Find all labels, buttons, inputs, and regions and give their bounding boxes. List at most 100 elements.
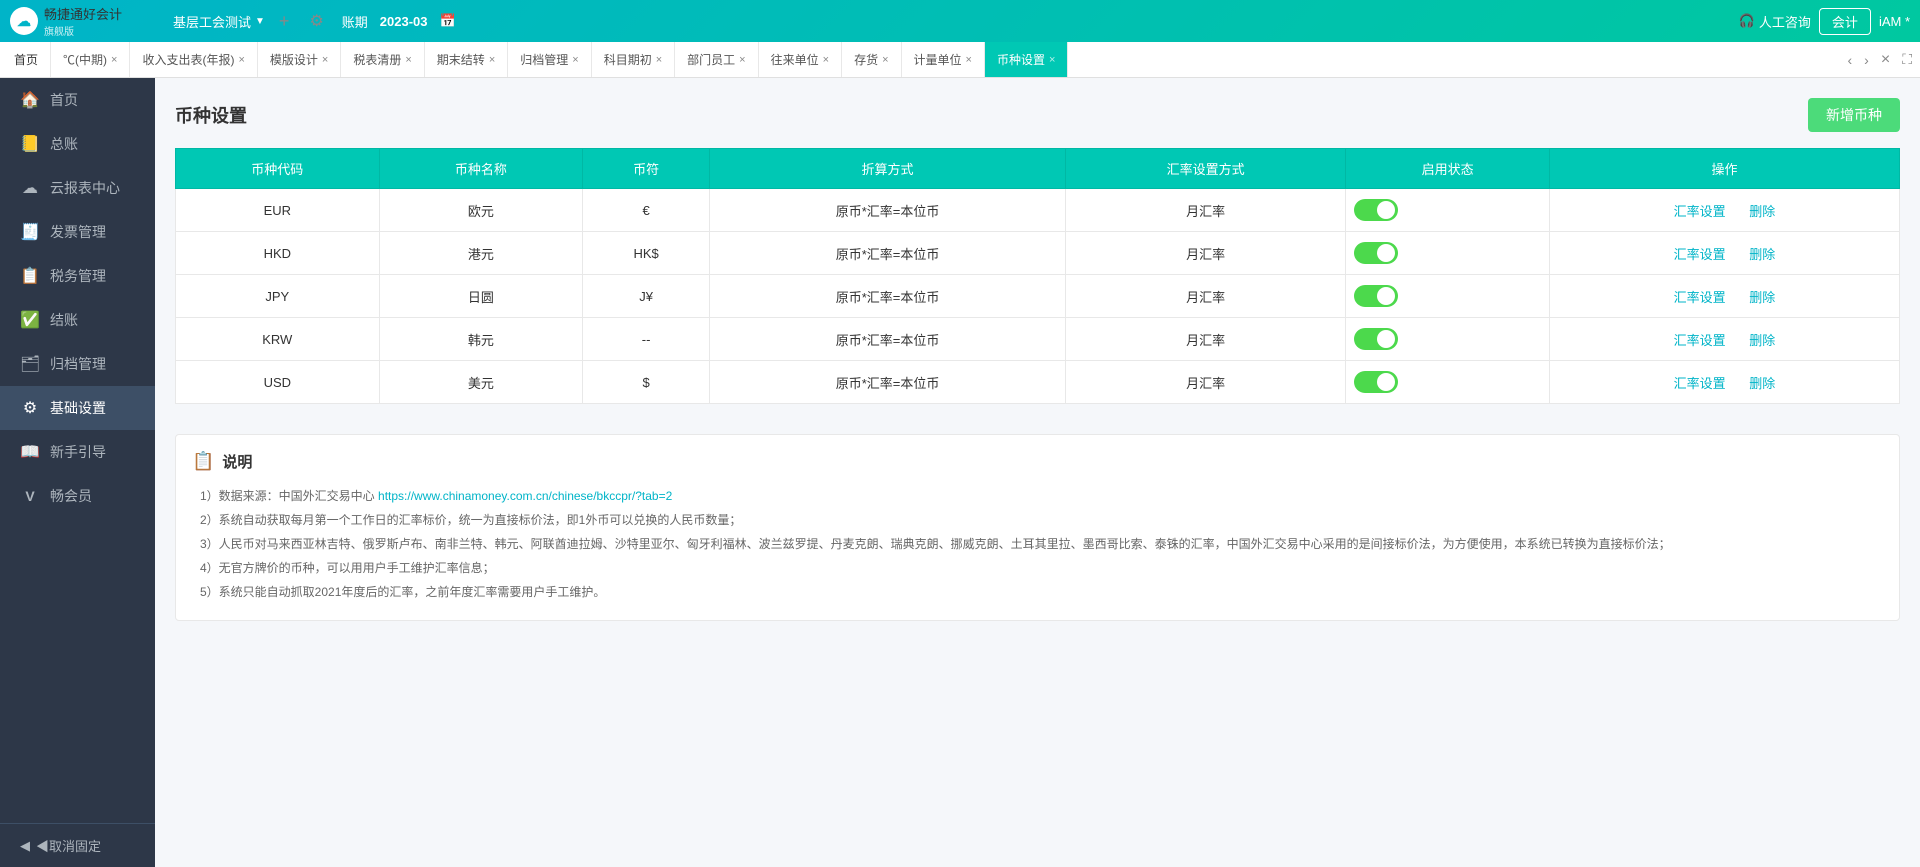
cell-toggle-jpy[interactable]	[1346, 275, 1550, 318]
cell-name-jpy: 日圆	[379, 275, 583, 318]
sidebar-item-ledger[interactable]: 📒 总账	[0, 122, 155, 166]
toggle-krw[interactable]	[1354, 328, 1398, 350]
delete-jpy-button[interactable]: 删除	[1749, 290, 1775, 305]
sidebar-item-guide[interactable]: 📖 新手引导	[0, 430, 155, 474]
ledger-icon: 📒	[20, 134, 40, 154]
sidebar-label-vip: 畅会员	[50, 486, 92, 506]
workspace-arrow-icon: ▼	[255, 16, 265, 27]
customer-service-button[interactable]: 🎧 人工咨询	[1739, 12, 1811, 31]
toggle-usd[interactable]	[1354, 371, 1398, 393]
sidebar-label-archive: 归档管理	[50, 354, 106, 374]
col-status: 启用状态	[1346, 149, 1550, 189]
tab-close-template[interactable]: ×	[322, 54, 328, 66]
toggle-hkd[interactable]	[1354, 242, 1398, 264]
toggle-jpy[interactable]	[1354, 285, 1398, 307]
cell-toggle-krw[interactable]	[1346, 318, 1550, 361]
col-symbol: 币符	[583, 149, 710, 189]
period-value: 2023-03	[380, 14, 428, 29]
tab-contacts[interactable]: 往来单位 ×	[759, 42, 842, 78]
accounting-button[interactable]: 会计	[1819, 8, 1871, 35]
guide-icon: 📖	[20, 442, 40, 462]
sidebar-item-vip[interactable]: V 畅会员	[0, 474, 155, 518]
sidebar-label-settings: 基础设置	[50, 398, 106, 418]
tab-period[interactable]: ℃(中期) ×	[51, 42, 130, 78]
tab-close-income[interactable]: ×	[238, 54, 244, 66]
cell-calc-jpy: 原币*汇率=本位币	[710, 275, 1066, 318]
tab-subjects[interactable]: 科目期初 ×	[592, 42, 675, 78]
tab-tax-table[interactable]: 税表清册 ×	[341, 42, 424, 78]
toggle-eur[interactable]	[1354, 199, 1398, 221]
tab-close-contacts[interactable]: ×	[823, 54, 829, 66]
cell-toggle-eur[interactable]	[1346, 189, 1550, 232]
rate-setting-usd-button[interactable]: 汇率设置	[1674, 376, 1726, 391]
tab-close-inventory[interactable]: ×	[882, 54, 888, 66]
headset-icon: 🎧	[1739, 13, 1755, 29]
tab-next-button[interactable]: ›	[1858, 48, 1875, 72]
tab-units[interactable]: 计量单位 ×	[902, 42, 985, 78]
table-body: EUR 欧元 € 原币*汇率=本位币 月汇率 汇率设置 删除 HKD 港元 HK…	[176, 189, 1900, 404]
tab-close-tax-table[interactable]: ×	[405, 54, 411, 66]
delete-krw-button[interactable]: 删除	[1749, 333, 1775, 348]
sidebar-item-home[interactable]: 🏠 首页	[0, 78, 155, 122]
sidebar-item-archive[interactable]: 🗂 归档管理	[0, 342, 155, 386]
tab-close-dept[interactable]: ×	[739, 54, 745, 66]
chinamoney-link[interactable]: https://www.chinamoney.com.cn/chinese/bk…	[378, 489, 672, 503]
desc-item-1: 1）数据来源：中国外汇交易中心 https://www.chinamoney.c…	[192, 484, 1883, 508]
description-title: 📋 说明	[192, 451, 1883, 472]
settings-icon[interactable]: ⚙	[303, 11, 329, 31]
rate-setting-hkd-button[interactable]: 汇率设置	[1674, 247, 1726, 262]
tab-income[interactable]: 收入支出表(年报) ×	[130, 42, 257, 78]
col-rate-type: 汇率设置方式	[1066, 149, 1346, 189]
sidebar-pin-toggle[interactable]: ◀ ◀取消固定	[0, 823, 155, 867]
rate-setting-jpy-button[interactable]: 汇率设置	[1674, 290, 1726, 305]
description-section: 📋 说明 1）数据来源：中国外汇交易中心 https://www.chinamo…	[175, 434, 1900, 621]
cell-name-eur: 欧元	[379, 189, 583, 232]
cell-code-eur: EUR	[176, 189, 380, 232]
logo-icon: ☁	[10, 7, 38, 35]
tab-dept[interactable]: 部门员工 ×	[675, 42, 758, 78]
tab-close-currency[interactable]: ×	[1049, 54, 1055, 66]
sidebar-label-reports: 云报表中心	[50, 178, 120, 198]
calendar-icon[interactable]: 📅	[440, 13, 456, 29]
delete-eur-button[interactable]: 删除	[1749, 204, 1775, 219]
delete-hkd-button[interactable]: 删除	[1749, 247, 1775, 262]
tab-archive[interactable]: 归档管理 ×	[508, 42, 591, 78]
tab-currency[interactable]: 币种设置 ×	[985, 42, 1068, 78]
tab-close-archive[interactable]: ×	[572, 54, 578, 66]
new-currency-button[interactable]: 新增币种	[1808, 98, 1900, 132]
tab-template[interactable]: 模版设计 ×	[258, 42, 341, 78]
sidebar: 🏠 首页 📒 总账 ☁ 云报表中心 🧾 发票管理 📋 税务管理 ✅ 结账 🗂 归…	[0, 78, 155, 867]
cell-name-hkd: 港元	[379, 232, 583, 275]
cell-action-krw: 汇率设置 删除	[1549, 318, 1899, 361]
tab-close-period-end[interactable]: ×	[489, 54, 495, 66]
cell-toggle-usd[interactable]	[1346, 361, 1550, 404]
cell-name-krw: 韩元	[379, 318, 583, 361]
tab-home[interactable]: 首页	[2, 42, 51, 78]
tab-close-all-button[interactable]: ×	[1875, 47, 1896, 73]
tab-close-subjects[interactable]: ×	[656, 54, 662, 66]
tab-close-period[interactable]: ×	[111, 54, 117, 66]
col-code: 币种代码	[176, 149, 380, 189]
tab-prev-button[interactable]: ‹	[1842, 48, 1859, 72]
tab-expand-button[interactable]: ⛶	[1896, 47, 1918, 72]
sidebar-item-reports[interactable]: ☁ 云报表中心	[0, 166, 155, 210]
sidebar-item-invoices[interactable]: 🧾 发票管理	[0, 210, 155, 254]
content-area: 币种设置 新增币种 币种代码 币种名称 币符 折算方式 汇率设置方式 启用状态 …	[155, 78, 1920, 867]
delete-usd-button[interactable]: 删除	[1749, 376, 1775, 391]
tab-period-end[interactable]: 期末结转 ×	[425, 42, 508, 78]
rate-setting-krw-button[interactable]: 汇率设置	[1674, 333, 1726, 348]
tab-inventory[interactable]: 存货 ×	[842, 42, 901, 78]
sidebar-item-tax[interactable]: 📋 税务管理	[0, 254, 155, 298]
col-action: 操作	[1549, 149, 1899, 189]
table-row: KRW 韩元 -- 原币*汇率=本位币 月汇率 汇率设置 删除	[176, 318, 1900, 361]
col-calc: 折算方式	[710, 149, 1066, 189]
workspace-selector[interactable]: 基层工会测试 ▼	[173, 12, 265, 31]
cell-toggle-hkd[interactable]	[1346, 232, 1550, 275]
sidebar-item-settings[interactable]: ⚙ 基础设置	[0, 386, 155, 430]
sidebar-item-settlement[interactable]: ✅ 结账	[0, 298, 155, 342]
add-tab-button[interactable]: +	[273, 11, 296, 32]
tab-close-units[interactable]: ×	[966, 54, 972, 66]
rate-setting-eur-button[interactable]: 汇率设置	[1674, 204, 1726, 219]
pin-icon: ◀	[20, 838, 30, 854]
cell-rate-hkd: 月汇率	[1066, 232, 1346, 275]
